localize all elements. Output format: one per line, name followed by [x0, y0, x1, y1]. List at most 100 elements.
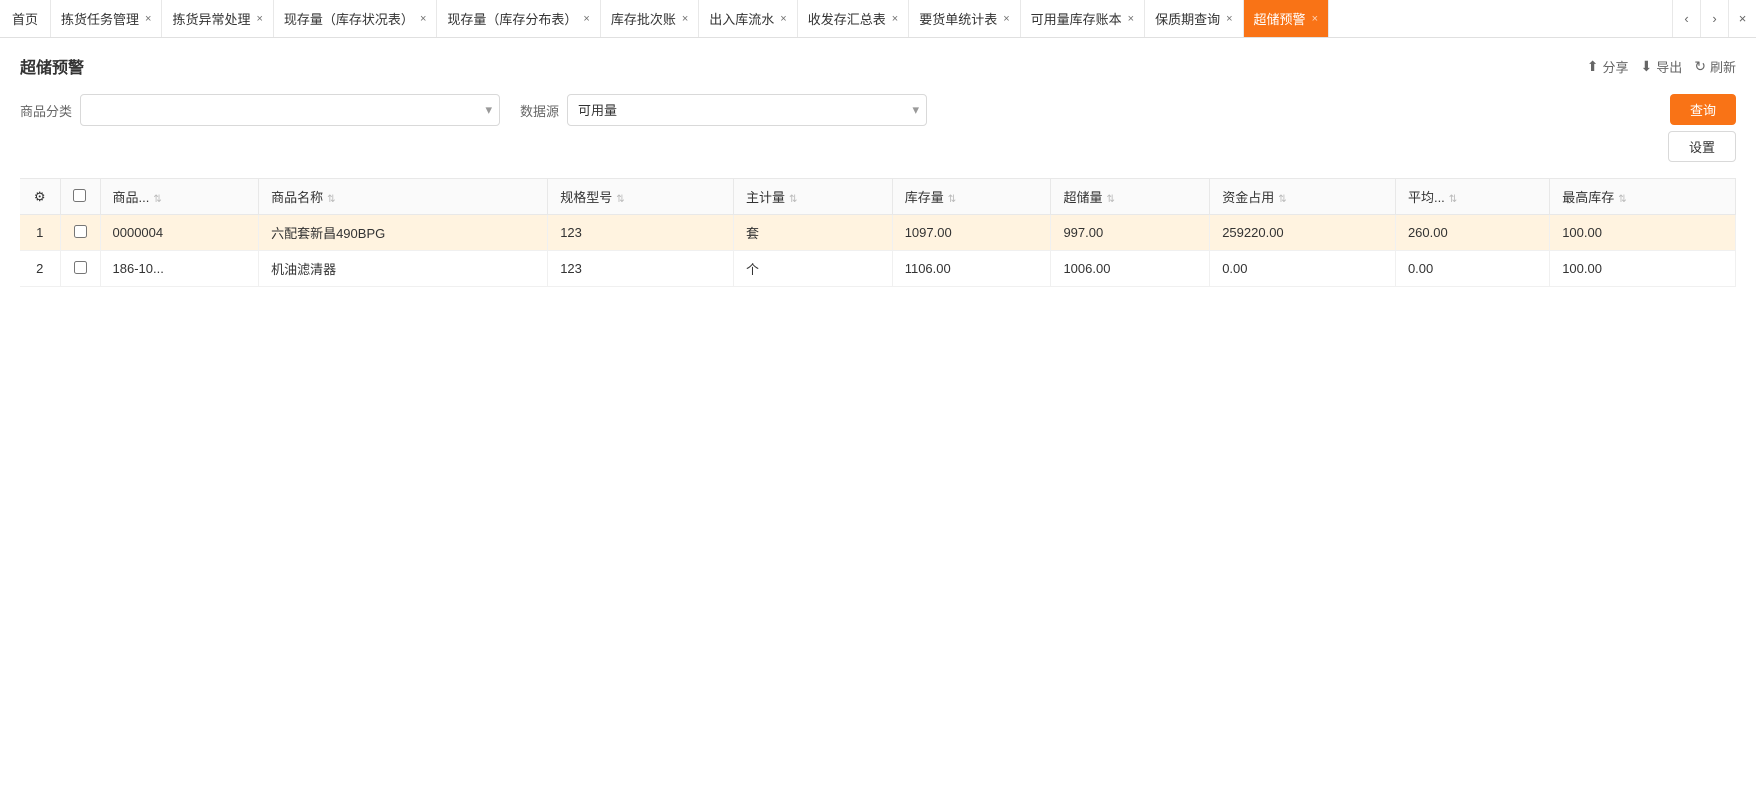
row-checkbox-cell — [60, 251, 100, 287]
nav-tab-close-6[interactable]: × — [892, 13, 898, 25]
data-table: ⚙ 商品...⇅ 商品名称⇅ 规格型号⇅ 主计量⇅ 库存量⇅ — [20, 178, 1736, 287]
nav-home-label: 首页 — [12, 9, 38, 28]
cell-spec: 123 — [548, 251, 734, 287]
nav-tab-label-3: 现存量（库存分布表） — [447, 9, 577, 28]
nav-tab-label-9: 保质期查询 — [1155, 9, 1220, 28]
row-number: 2 — [20, 251, 60, 287]
category-filter-group: 商品分类 — [20, 94, 500, 126]
export-button[interactable]: ⬇ 导出 — [1641, 57, 1683, 76]
query-button[interactable]: 查询 — [1670, 94, 1736, 125]
row-checkbox-cell — [60, 215, 100, 251]
nav-tab-close-8[interactable]: × — [1128, 13, 1134, 25]
table-header-row: ⚙ 商品...⇅ 商品名称⇅ 规格型号⇅ 主计量⇅ 库存量⇅ — [20, 179, 1736, 215]
datasource-select-wrapper: 可用量 — [567, 94, 927, 126]
nav-tab-label-7: 要货单统计表 — [919, 9, 997, 28]
cell-max-stock: 100.00 — [1550, 215, 1736, 251]
nav-tab-close-7[interactable]: × — [1003, 13, 1009, 25]
nav-bar: 首页 拣货任务管理 × 拣货异常处理 × 现存量（库存状况表） × 现存量（库存… — [0, 0, 1756, 38]
sort-icon-product-name: ⇅ — [327, 194, 335, 205]
page-content: 超储预警 ⬆ 分享 ⬇ 导出 ↻ 刷新 商品分类 — [0, 38, 1756, 800]
share-label: 分享 — [1602, 57, 1628, 76]
th-spec[interactable]: 规格型号⇅ — [548, 179, 734, 215]
nav-tab-label-0: 拣货任务管理 — [61, 9, 139, 28]
sort-icon-spec: ⇅ — [616, 194, 624, 205]
sort-icon-overstock: ⇅ — [1106, 194, 1114, 205]
th-checkbox — [60, 179, 100, 215]
nav-tab-close-0[interactable]: × — [145, 13, 151, 25]
datasource-select[interactable]: 可用量 — [567, 94, 927, 126]
category-select[interactable] — [80, 94, 500, 126]
th-product-name[interactable]: 商品名称⇅ — [259, 179, 548, 215]
page-title: 超储预警 — [20, 54, 84, 78]
filter-buttons: 查询 设置 — [1668, 94, 1736, 162]
refresh-label: 刷新 — [1710, 57, 1736, 76]
nav-tab-close-10[interactable]: × — [1312, 13, 1318, 25]
th-capital[interactable]: 资金占用⇅ — [1210, 179, 1396, 215]
nav-tab-label-1: 拣货异常处理 — [172, 9, 250, 28]
nav-tab-label-2: 现存量（库存状况表） — [284, 9, 414, 28]
cell-avg: 0.00 — [1395, 251, 1549, 287]
nav-arrow-left[interactable]: ‹ — [1672, 0, 1700, 38]
cell-overstock: 1006.00 — [1051, 251, 1210, 287]
nav-tab-close-9[interactable]: × — [1226, 13, 1232, 25]
sort-icon-stock: ⇅ — [948, 194, 956, 205]
nav-arrow-menu[interactable]: × — [1728, 0, 1756, 38]
nav-tab-label-6: 收发存汇总表 — [808, 9, 886, 28]
th-overstock[interactable]: 超储量⇅ — [1051, 179, 1210, 215]
refresh-icon: ↻ — [1694, 58, 1706, 75]
sort-icon-avg: ⇅ — [1449, 194, 1457, 205]
th-gear[interactable]: ⚙ — [20, 179, 60, 215]
nav-tab-close-2[interactable]: × — [420, 13, 426, 25]
cell-unit: 套 — [733, 215, 892, 251]
nav-tab-label-8: 可用量库存账本 — [1031, 9, 1122, 28]
sort-icon-capital: ⇅ — [1278, 194, 1286, 205]
th-max-stock[interactable]: 最高库存⇅ — [1550, 179, 1736, 215]
cell-capital: 0.00 — [1210, 251, 1396, 287]
cell-unit: 个 — [733, 251, 892, 287]
share-icon: ⬆ — [1587, 58, 1599, 75]
sort-icon-product-code: ⇅ — [153, 194, 161, 205]
cell-avg: 260.00 — [1395, 215, 1549, 251]
row-number: 1 — [20, 215, 60, 251]
nav-tab-0[interactable]: 拣货任务管理 × — [51, 0, 162, 37]
nav-tab-close-1[interactable]: × — [256, 13, 262, 25]
nav-tab-9[interactable]: 保质期查询 × — [1145, 0, 1243, 37]
settings-button[interactable]: 设置 — [1668, 131, 1736, 162]
nav-tab-label-5: 出入库流水 — [709, 9, 774, 28]
th-stock[interactable]: 库存量⇅ — [892, 179, 1051, 215]
header-actions: ⬆ 分享 ⬇ 导出 ↻ 刷新 — [1587, 57, 1736, 76]
cell-stock: 1106.00 — [892, 251, 1051, 287]
nav-tab-8[interactable]: 可用量库存账本 × — [1021, 0, 1145, 37]
nav-tab-5[interactable]: 出入库流水 × — [699, 0, 797, 37]
nav-tab-4[interactable]: 库存批次账 × — [601, 0, 699, 37]
nav-tab-close-3[interactable]: × — [583, 13, 589, 25]
select-all-checkbox[interactable] — [73, 189, 86, 202]
cell-product-code: 0000004 — [100, 215, 259, 251]
nav-arrows: ‹ › × — [1672, 0, 1756, 38]
nav-tab-7[interactable]: 要货单统计表 × — [909, 0, 1020, 37]
th-product-code[interactable]: 商品...⇅ — [100, 179, 259, 215]
nav-home[interactable]: 首页 — [0, 0, 51, 37]
nav-tab-2[interactable]: 现存量（库存状况表） × — [274, 0, 437, 37]
nav-tab-3[interactable]: 现存量（库存分布表） × — [437, 0, 600, 37]
nav-tab-label-4: 库存批次账 — [611, 9, 676, 28]
cell-spec: 123 — [548, 215, 734, 251]
th-avg[interactable]: 平均...⇅ — [1395, 179, 1549, 215]
nav-tab-1[interactable]: 拣货异常处理 × — [162, 0, 273, 37]
share-button[interactable]: ⬆ 分享 — [1587, 57, 1629, 76]
cell-product-code: 186-10... — [100, 251, 259, 287]
datasource-filter-label: 数据源 — [520, 101, 559, 120]
th-unit[interactable]: 主计量⇅ — [733, 179, 892, 215]
nav-tab-close-4[interactable]: × — [682, 13, 688, 25]
export-icon: ⬇ — [1641, 58, 1653, 75]
page-header: 超储预警 ⬆ 分享 ⬇ 导出 ↻ 刷新 — [20, 54, 1736, 78]
refresh-button[interactable]: ↻ 刷新 — [1694, 57, 1736, 76]
sort-icon-max-stock: ⇅ — [1618, 194, 1626, 205]
nav-arrow-right[interactable]: › — [1700, 0, 1728, 38]
row-checkbox[interactable] — [74, 261, 87, 274]
nav-tab-10[interactable]: 超储预警 × — [1244, 0, 1329, 37]
nav-tab-6[interactable]: 收发存汇总表 × — [798, 0, 909, 37]
nav-tab-close-5[interactable]: × — [780, 13, 786, 25]
nav-tab-label-10: 超储预警 — [1254, 9, 1306, 28]
row-checkbox[interactable] — [74, 225, 87, 238]
